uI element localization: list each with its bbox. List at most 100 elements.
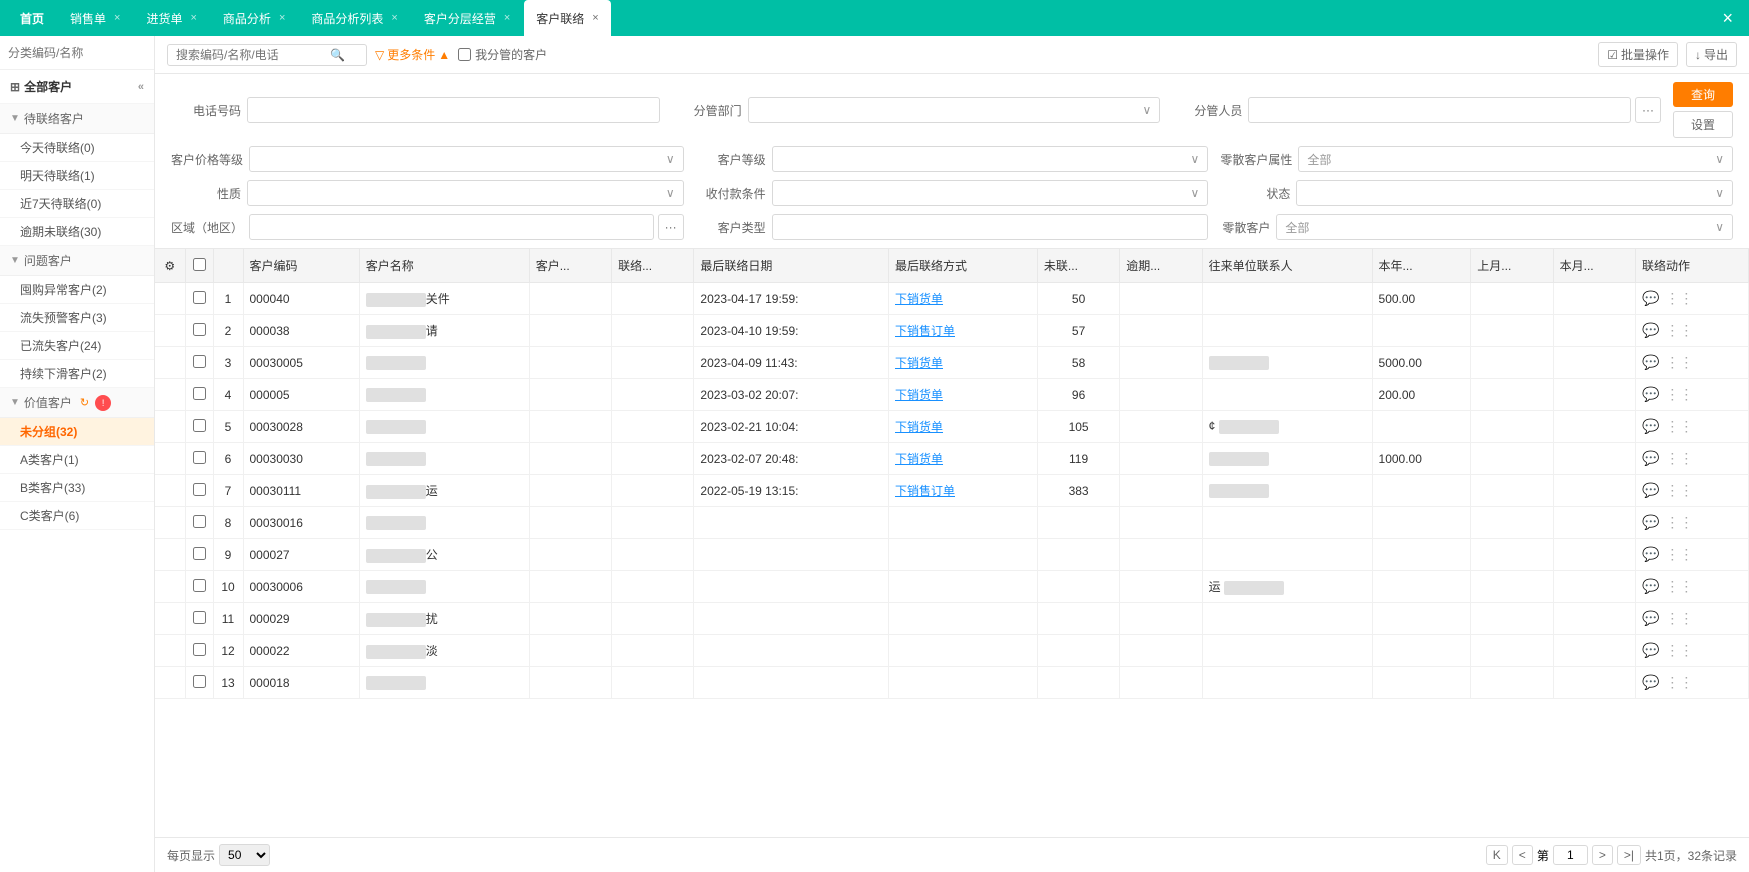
sidebar-item-declining[interactable]: 持续下滑客户(2): [0, 360, 154, 388]
more-action-icon[interactable]: ⋮⋮: [1665, 290, 1693, 307]
close-purchase-icon[interactable]: ×: [190, 12, 196, 24]
row-checkbox[interactable]: [193, 451, 206, 464]
manager-ellipsis-btn[interactable]: ···: [1635, 97, 1661, 123]
sidebar-search-input[interactable]: [8, 46, 155, 60]
more-action-icon[interactable]: ⋮⋮: [1665, 674, 1693, 691]
filter-select-nature[interactable]: ∨: [247, 180, 684, 206]
col-settings[interactable]: ⚙: [155, 249, 185, 283]
row-checkbox[interactable]: [193, 387, 206, 400]
filter-select-payment[interactable]: ∨: [772, 180, 1209, 206]
row-checkbox[interactable]: [193, 483, 206, 496]
page-number-input[interactable]: [1553, 845, 1588, 865]
row-last-contact-method[interactable]: 下销售订单: [889, 475, 1038, 507]
sidebar-item-overdue-pending[interactable]: 逾期未联络(30): [0, 218, 154, 246]
sidebar-item-churn-warning[interactable]: 流失预警客户(3): [0, 304, 154, 332]
close-goods-analysis-icon[interactable]: ×: [279, 12, 285, 24]
more-conditions-btn[interactable]: ▽ 更多条件 ▲: [375, 46, 450, 63]
sidebar-item-7days-pending[interactable]: 近7天待联络(0): [0, 190, 154, 218]
row-checkbox[interactable]: [193, 611, 206, 624]
sidebar-item-class-b[interactable]: B类客户(33): [0, 474, 154, 502]
filter-input-manager[interactable]: [1248, 97, 1631, 123]
export-btn[interactable]: ↓ 导出: [1686, 42, 1737, 67]
window-close-button[interactable]: ×: [1714, 8, 1741, 29]
region-ellipsis-btn[interactable]: ···: [658, 214, 684, 240]
more-action-icon[interactable]: ⋮⋮: [1665, 514, 1693, 531]
filter-select-retail-customer[interactable]: 全部 ∨: [1276, 214, 1733, 240]
contact-icon[interactable]: 💬: [1642, 482, 1659, 499]
contact-icon[interactable]: 💬: [1642, 354, 1659, 371]
row-checkbox[interactable]: [193, 515, 206, 528]
row-last-contact-method[interactable]: [889, 507, 1038, 539]
row-checkbox[interactable]: [193, 419, 206, 432]
more-action-icon[interactable]: ⋮⋮: [1665, 546, 1693, 563]
row-last-contact-method[interactable]: 下销售订单: [889, 315, 1038, 347]
filter-select-region[interactable]: [249, 214, 654, 240]
query-btn[interactable]: 查询: [1673, 82, 1733, 107]
filter-select-status[interactable]: ∨: [1296, 180, 1733, 206]
sidebar-group-pending[interactable]: ▼ 待联络客户: [0, 104, 154, 134]
contact-icon[interactable]: 💬: [1642, 386, 1659, 403]
contact-icon[interactable]: 💬: [1642, 450, 1659, 467]
filter-select-dept[interactable]: ∨: [748, 97, 1161, 123]
select-all-checkbox[interactable]: [193, 258, 206, 271]
filter-input-phone[interactable]: [247, 97, 660, 123]
row-last-contact-method[interactable]: 下销货单: [889, 411, 1038, 443]
contact-icon[interactable]: 💬: [1642, 674, 1659, 691]
nav-tab-home[interactable]: 首页: [8, 0, 56, 36]
filter-select-price-level[interactable]: ∨: [249, 146, 684, 172]
nav-tab-customer-segment[interactable]: 客户分层经营 ×: [412, 0, 522, 36]
main-search-input[interactable]: [176, 48, 326, 62]
nav-tab-purchase[interactable]: 进货单 ×: [134, 0, 208, 36]
nav-tab-customer-contact[interactable]: 客户联络 ×: [524, 0, 610, 36]
more-action-icon[interactable]: ⋮⋮: [1665, 610, 1693, 627]
row-checkbox[interactable]: [193, 579, 206, 592]
next-page-btn[interactable]: >: [1592, 845, 1613, 865]
contact-icon[interactable]: 💬: [1642, 322, 1659, 339]
filter-select-customer-level[interactable]: ∨: [772, 146, 1209, 172]
row-checkbox[interactable]: [193, 291, 206, 304]
nav-tab-sales[interactable]: 销售单 ×: [58, 0, 132, 36]
nav-tab-goods-analysis[interactable]: 商品分析 ×: [211, 0, 297, 36]
contact-icon[interactable]: 💬: [1642, 642, 1659, 659]
refresh-icon[interactable]: ↻: [80, 396, 89, 409]
close-sales-icon[interactable]: ×: [114, 12, 120, 24]
more-action-icon[interactable]: ⋮⋮: [1665, 482, 1693, 499]
row-last-contact-method[interactable]: [889, 667, 1038, 699]
sidebar-item-hoarding-abnormal[interactable]: 囤购异常客户(2): [0, 276, 154, 304]
sidebar-item-class-c[interactable]: C类客户(6): [0, 502, 154, 530]
last-page-btn[interactable]: >|: [1617, 845, 1641, 865]
sidebar-group-problem[interactable]: ▼ 问题客户: [0, 246, 154, 276]
sidebar-item-class-a[interactable]: A类客户(1): [0, 446, 154, 474]
sidebar-item-churned[interactable]: 已流失客户(24): [0, 332, 154, 360]
my-customers-checkbox[interactable]: [458, 48, 471, 61]
row-checkbox[interactable]: [193, 547, 206, 560]
row-last-contact-method[interactable]: [889, 603, 1038, 635]
more-action-icon[interactable]: ⋮⋮: [1665, 386, 1693, 403]
contact-icon[interactable]: 💬: [1642, 578, 1659, 595]
filter-select-customer-type[interactable]: [772, 214, 1209, 240]
row-last-contact-method[interactable]: [889, 539, 1038, 571]
close-goods-analysis-list-icon[interactable]: ×: [391, 12, 397, 24]
sidebar-group-value[interactable]: ▼ 价值客户 ↻ !: [0, 388, 154, 418]
main-search-icon[interactable]: 🔍: [330, 48, 345, 62]
row-checkbox[interactable]: [193, 355, 206, 368]
row-last-contact-method[interactable]: 下销货单: [889, 379, 1038, 411]
nav-tab-goods-analysis-list[interactable]: 商品分析列表 ×: [299, 0, 409, 36]
filter-select-retail-attr[interactable]: 全部 ∨: [1298, 146, 1733, 172]
row-last-contact-method[interactable]: 下销货单: [889, 347, 1038, 379]
row-last-contact-method[interactable]: 下销货单: [889, 283, 1038, 315]
row-checkbox[interactable]: [193, 675, 206, 688]
collapse-icon[interactable]: «: [138, 81, 144, 93]
more-action-icon[interactable]: ⋮⋮: [1665, 322, 1693, 339]
row-last-contact-method[interactable]: 下销货单: [889, 443, 1038, 475]
sidebar-item-tomorrow-pending[interactable]: 明天待联络(1): [0, 162, 154, 190]
sidebar-item-today-pending[interactable]: 今天待联络(0): [0, 134, 154, 162]
sidebar-all-customers[interactable]: ⊞ 全部客户 «: [0, 70, 154, 104]
sidebar-item-ungrouped[interactable]: 未分组(32): [0, 418, 154, 446]
contact-icon[interactable]: 💬: [1642, 290, 1659, 307]
more-action-icon[interactable]: ⋮⋮: [1665, 354, 1693, 371]
close-customer-segment-icon[interactable]: ×: [504, 12, 510, 24]
row-last-contact-method[interactable]: [889, 635, 1038, 667]
more-action-icon[interactable]: ⋮⋮: [1665, 418, 1693, 435]
page-size-select[interactable]: 50 100 200: [219, 844, 270, 866]
